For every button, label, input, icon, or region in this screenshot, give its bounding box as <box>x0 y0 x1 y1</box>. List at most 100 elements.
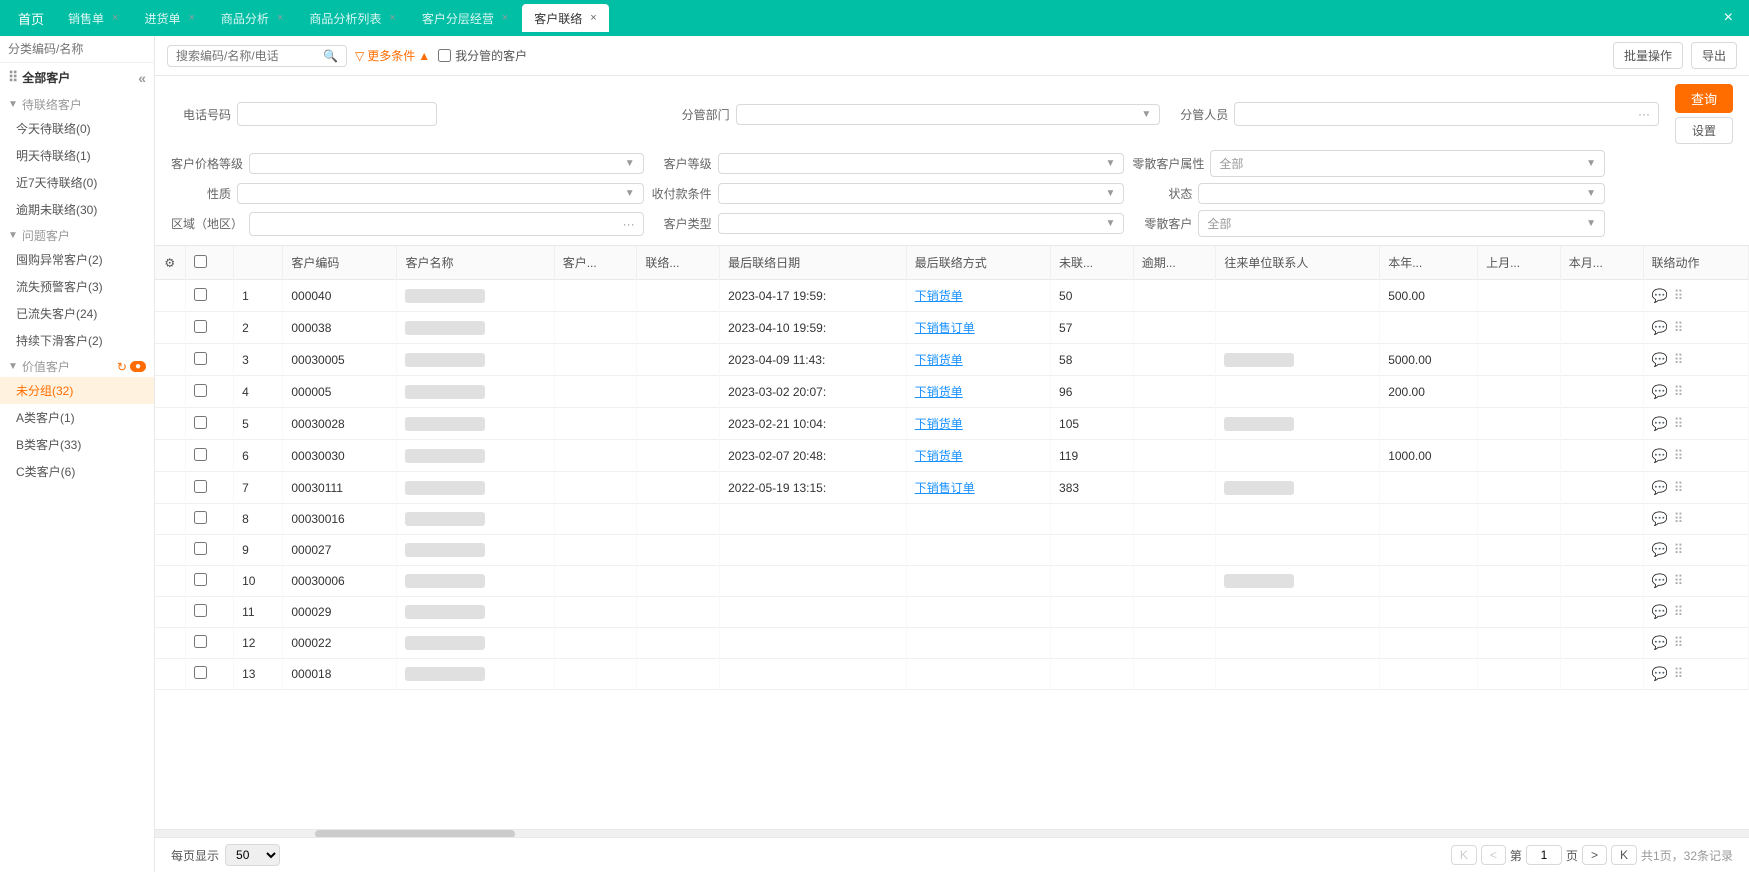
col-customer-code[interactable]: 客户编码 <box>283 246 397 280</box>
next-page-btn[interactable]: > <box>1582 845 1607 865</box>
sidebar-item-today-pending[interactable]: 今天待联络(0) <box>0 115 154 142</box>
col-settings[interactable]: ⚙ <box>155 246 185 280</box>
price-level-select[interactable]: ▼ <box>249 153 644 174</box>
home-tab[interactable]: 首页 <box>8 9 54 28</box>
row-checkbox[interactable] <box>194 384 207 397</box>
more-conditions-btn[interactable]: ▽ 更多条件 ▲ <box>355 47 430 64</box>
action-comment-icon[interactable]: 💬 <box>1652 635 1668 651</box>
action-grid-icon[interactable]: ⠿ <box>1674 416 1684 432</box>
action-comment-icon[interactable]: 💬 <box>1652 416 1668 432</box>
sidebar-item-week-pending[interactable]: 近7天待联络(0) <box>0 169 154 196</box>
my-customers-check[interactable] <box>438 49 451 62</box>
action-grid-icon[interactable]: ⠿ <box>1674 448 1684 464</box>
col-this-month[interactable]: 本月... <box>1560 246 1643 280</box>
batch-op-btn[interactable]: 批量操作 <box>1613 42 1683 69</box>
action-comment-icon[interactable]: 💬 <box>1652 666 1668 682</box>
row-checkbox[interactable] <box>194 573 207 586</box>
col-last-contact-method[interactable]: 最后联络方式 <box>906 246 1050 280</box>
col-contact-info[interactable]: 联络... <box>637 246 720 280</box>
per-page-select[interactable]: 50 100 200 <box>225 844 280 866</box>
sidebar-item-hoarding-abnormal[interactable]: 囤购异常客户(2) <box>0 246 154 273</box>
tab-purchase-order[interactable]: 进货单 × <box>132 4 206 32</box>
col-this-year[interactable]: 本年... <box>1380 246 1478 280</box>
row-checkbox[interactable] <box>194 635 207 648</box>
row-checkbox[interactable] <box>194 288 207 301</box>
tab-customer-tier[interactable]: 客户分层经营 × <box>410 4 520 32</box>
main-search-input[interactable] <box>176 49 319 63</box>
row-checkbox[interactable] <box>194 480 207 493</box>
action-comment-icon[interactable]: 💬 <box>1652 604 1668 620</box>
select-all-checkbox[interactable] <box>194 255 207 268</box>
row-checkbox[interactable] <box>194 320 207 333</box>
action-grid-icon[interactable]: ⠿ <box>1674 542 1684 558</box>
action-grid-icon[interactable]: ⠿ <box>1674 635 1684 651</box>
phone-input[interactable] <box>237 102 437 126</box>
last-page-btn[interactable]: K <box>1611 845 1637 865</box>
row-checkbox[interactable] <box>194 666 207 679</box>
dept-select[interactable]: ▼ <box>736 104 1161 125</box>
nature-select[interactable]: ▼ <box>237 183 644 204</box>
close-customer-contact[interactable]: × <box>590 12 596 24</box>
refresh-value-customers-icon[interactable]: ↻ <box>117 360 127 374</box>
action-comment-icon[interactable]: 💬 <box>1652 384 1668 400</box>
tab-customer-contact[interactable]: 客户联络 × <box>522 4 608 32</box>
action-comment-icon[interactable]: 💬 <box>1652 288 1668 304</box>
action-grid-icon[interactable]: ⠿ <box>1674 604 1684 620</box>
page-input[interactable] <box>1526 845 1562 865</box>
row-checkbox[interactable] <box>194 542 207 555</box>
sidebar-item-churn-warning[interactable]: 流失预警客户(3) <box>0 273 154 300</box>
action-comment-icon[interactable]: 💬 <box>1652 448 1668 464</box>
sidebar-item-class-c[interactable]: C类客户(6) <box>0 458 154 485</box>
action-comment-icon[interactable]: 💬 <box>1652 320 1668 336</box>
close-product-analysis[interactable]: × <box>277 12 283 24</box>
row-checkbox[interactable] <box>194 511 207 524</box>
sidebar-item-tomorrow-pending[interactable]: 明天待联络(1) <box>0 142 154 169</box>
sidebar-item-class-b[interactable]: B类客户(33) <box>0 431 154 458</box>
action-grid-icon[interactable]: ⠿ <box>1674 480 1684 496</box>
sidebar-search-input[interactable] <box>8 42 155 56</box>
close-product-analysis-list[interactable]: × <box>389 12 395 24</box>
first-page-btn[interactable]: K <box>1451 845 1477 865</box>
customer-level-select[interactable]: ▼ <box>718 153 1125 174</box>
close-sales-order[interactable]: × <box>112 12 118 24</box>
row-checkbox[interactable] <box>194 352 207 365</box>
action-grid-icon[interactable]: ⠿ <box>1674 511 1684 527</box>
my-customers-checkbox[interactable]: 我分管的客户 <box>438 47 527 64</box>
retail-attr-select[interactable]: 全部 ▼ <box>1210 150 1605 177</box>
close-all-tabs[interactable]: × <box>1716 9 1741 27</box>
action-grid-icon[interactable]: ⠿ <box>1674 320 1684 336</box>
action-comment-icon[interactable]: 💬 <box>1652 480 1668 496</box>
action-comment-icon[interactable]: 💬 <box>1652 573 1668 589</box>
col-checkbox-all[interactable] <box>185 246 234 280</box>
col-last-month[interactable]: 上月... <box>1478 246 1561 280</box>
sidebar-item-declining[interactable]: 持续下滑客户(2) <box>0 327 154 354</box>
query-btn[interactable]: 查询 <box>1675 84 1733 113</box>
tab-product-analysis[interactable]: 商品分析 × <box>209 4 295 32</box>
region-select[interactable]: ··· <box>249 212 644 236</box>
manager-select[interactable]: ··· <box>1234 102 1659 126</box>
action-grid-icon[interactable]: ⠿ <box>1674 288 1684 304</box>
col-customer-name[interactable]: 客户名称 <box>397 246 554 280</box>
sidebar-item-class-a[interactable]: A类客户(1) <box>0 404 154 431</box>
action-comment-icon[interactable]: 💬 <box>1652 352 1668 368</box>
retail-customer-select[interactable]: 全部 ▼ <box>1198 210 1605 237</box>
col-customer-type[interactable]: 客户... <box>554 246 637 280</box>
sidebar-item-churned[interactable]: 已流失客户(24) <box>0 300 154 327</box>
reset-btn[interactable]: 设置 <box>1675 117 1733 144</box>
action-grid-icon[interactable]: ⠿ <box>1674 352 1684 368</box>
row-checkbox[interactable] <box>194 416 207 429</box>
sidebar-item-ungrouped[interactable]: 未分组(32) <box>0 377 154 404</box>
status-select[interactable]: ▼ <box>1198 183 1605 204</box>
action-grid-icon[interactable]: ⠿ <box>1674 666 1684 682</box>
action-grid-icon[interactable]: ⠿ <box>1674 573 1684 589</box>
action-grid-icon[interactable]: ⠿ <box>1674 384 1684 400</box>
horizontal-scrollbar[interactable] <box>155 829 1749 837</box>
collapse-sidebar-icon[interactable]: « <box>138 70 146 86</box>
action-comment-icon[interactable]: 💬 <box>1652 511 1668 527</box>
tab-product-analysis-list[interactable]: 商品分析列表 × <box>297 4 407 32</box>
prev-page-btn[interactable]: < <box>1481 845 1506 865</box>
row-checkbox[interactable] <box>194 448 207 461</box>
all-customers-header[interactable]: ⠿ 全部客户 « <box>0 63 154 92</box>
col-last-contact-date[interactable]: 最后联络日期 <box>720 246 907 280</box>
close-customer-tier[interactable]: × <box>502 12 508 24</box>
